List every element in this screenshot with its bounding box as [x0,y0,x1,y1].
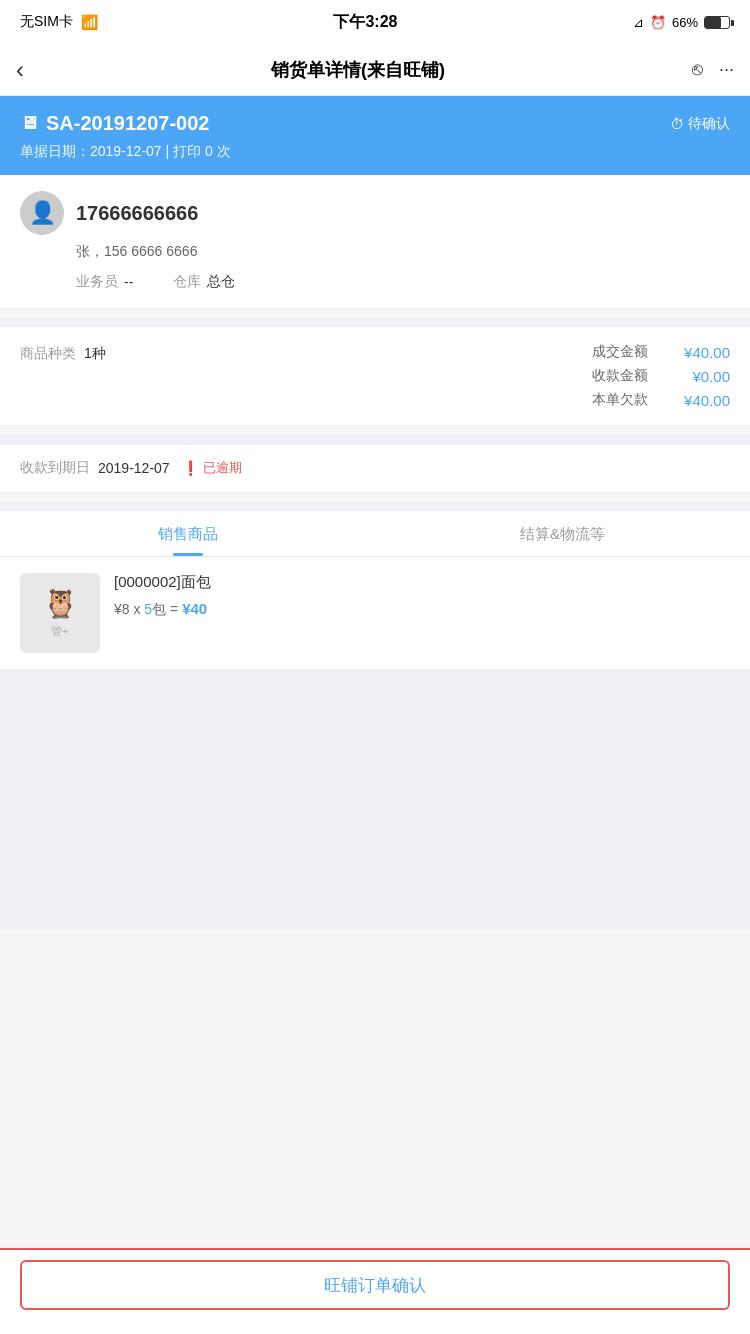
logo-text: 管+ [51,624,68,639]
wifi-icon: 📶 [81,14,98,30]
received-label: 收款金额 [592,367,648,385]
received-row: 收款金额 ¥0.00 [592,367,730,385]
tabs-container: 销售商品 结算&物流等 [0,511,750,557]
customer-phone: 17666666666 [76,202,198,225]
tab-sales[interactable]: 销售商品 [0,511,375,556]
order-meta: 单据日期：2019-12-07 | 打印 0 次 [20,143,730,161]
divider-2 [0,435,750,445]
order-id: 🖥 SA-20191207-002 [20,112,209,135]
warehouse-label: 仓库 [173,273,201,291]
due-date-label: 收款到期日 [20,459,90,477]
table-row: 🦉 管+ [0000002]面包 ¥8 x 5包 = ¥40 [0,557,750,669]
status-clock-icon: ⏱ [670,116,684,132]
product-price: ¥8 [114,601,130,617]
owed-value: ¥40.00 [660,392,730,409]
transaction-value: ¥40.00 [660,344,730,361]
meta-date-label: 单据日期： [20,143,90,159]
transaction-label: 成交金额 [592,343,648,361]
overdue-icon: ❗ [182,460,199,476]
customer-info: 张，156 6666 6666 [20,243,730,261]
due-date-section: 收款到期日 2019-12-07 ❗ 已逾期 [0,445,750,491]
salesman-value: -- [124,274,133,290]
divider-1 [0,317,750,327]
nav-actions: ⎋ ··· [692,59,734,80]
divider-3 [0,501,750,511]
order-icon: 🖥 [20,113,38,134]
order-header-card: 🖥 SA-20191207-002 ⏱ 待确认 单据日期：2019-12-07 … [0,96,750,175]
transaction-row: 成交金额 ¥40.00 [592,343,730,361]
product-equals: = [170,601,178,617]
product-qty: 5 [144,601,152,617]
product-info: [0000002]面包 ¥8 x 5包 = ¥40 [114,573,730,619]
status-indicators: ⊿ ⏰ 66% [633,15,730,30]
product-unit: 包 [152,601,166,617]
due-date-value: 2019-12-07 [98,460,170,476]
salesman-detail: 业务员 -- [76,273,133,291]
product-thumbnail: 🦉 管+ [20,573,100,653]
carrier-text: 无SIM卡 [20,13,73,31]
overdue-badge: ❗ 已逾期 [182,459,242,477]
page-title: 销货单详情(来自旺铺) [271,58,445,82]
product-code: [0000002] [114,573,181,590]
order-status-label: 待确认 [688,115,730,133]
product-name-text: 面包 [181,573,211,590]
status-carrier: 无SIM卡 📶 [20,13,98,31]
overdue-label: 已逾期 [203,459,242,477]
received-value: ¥0.00 [660,368,730,385]
share-button[interactable]: ⎋ [692,59,703,80]
tab-sales-underline [173,553,203,556]
avatar-icon: 👤 [29,200,56,226]
customer-avatar: 👤 [20,191,64,235]
location-icon: ⊿ [633,15,644,30]
battery-icon [704,16,730,29]
order-id-text: SA-20191207-002 [46,112,209,135]
customer-card: 👤 17666666666 张，156 6666 6666 业务员 -- 仓库 … [0,175,750,307]
product-list: 🦉 管+ [0000002]面包 ¥8 x 5包 = ¥40 [0,557,750,669]
meta-separator: | [162,143,173,159]
tab-settlement-label: 结算&物流等 [520,525,605,542]
bottom-spacer [0,669,750,929]
warehouse-value: 总仓 [207,273,235,291]
tab-settlement[interactable]: 结算&物流等 [375,511,750,556]
product-total: ¥40 [182,600,207,617]
product-count-label: 商品种类 [20,345,76,363]
battery-text: 66% [672,15,698,30]
order-status-badge: ⏱ 待确认 [670,115,730,133]
salesman-label: 业务员 [76,273,118,291]
product-count: 商品种类 1种 [20,343,106,363]
nav-bar: ‹ 销货单详情(来自旺铺) ⎋ ··· [0,44,750,96]
owl-icon: 🦉 [43,587,78,620]
product-multiply: x [133,601,140,617]
product-logo: 🦉 管+ [43,587,78,639]
status-bar: 无SIM卡 📶 下午3:28 ⊿ ⏰ 66% [0,0,750,44]
product-count-value: 1种 [84,345,106,363]
customer-details: 业务员 -- 仓库 总仓 [20,273,730,291]
finance-section: 商品种类 1种 成交金额 ¥40.00 收款金额 ¥0.00 本单欠款 ¥40.… [0,327,750,425]
tab-sales-label: 销售商品 [158,525,218,542]
meta-print: 打印 0 次 [173,143,231,159]
confirm-order-button[interactable]: 旺铺订单确认 [20,1260,730,1310]
back-button[interactable]: ‹ [16,56,24,84]
owed-row: 本单欠款 ¥40.00 [592,391,730,409]
product-name: [0000002]面包 [114,573,730,592]
status-time: 下午3:28 [333,12,397,33]
finance-amounts: 成交金额 ¥40.00 收款金额 ¥0.00 本单欠款 ¥40.00 [592,343,730,409]
meta-date-value: 2019-12-07 [90,143,162,159]
confirm-button-wrapper: 旺铺订单确认 [0,1248,750,1334]
alarm-icon: ⏰ [650,15,666,30]
customer-header: 👤 17666666666 [20,191,730,235]
warehouse-detail: 仓库 总仓 [173,273,235,291]
product-price-calc: ¥8 x 5包 = ¥40 [114,600,730,619]
order-header-top: 🖥 SA-20191207-002 ⏱ 待确认 [20,112,730,135]
more-button[interactable]: ··· [719,59,734,80]
owed-label: 本单欠款 [592,391,648,409]
